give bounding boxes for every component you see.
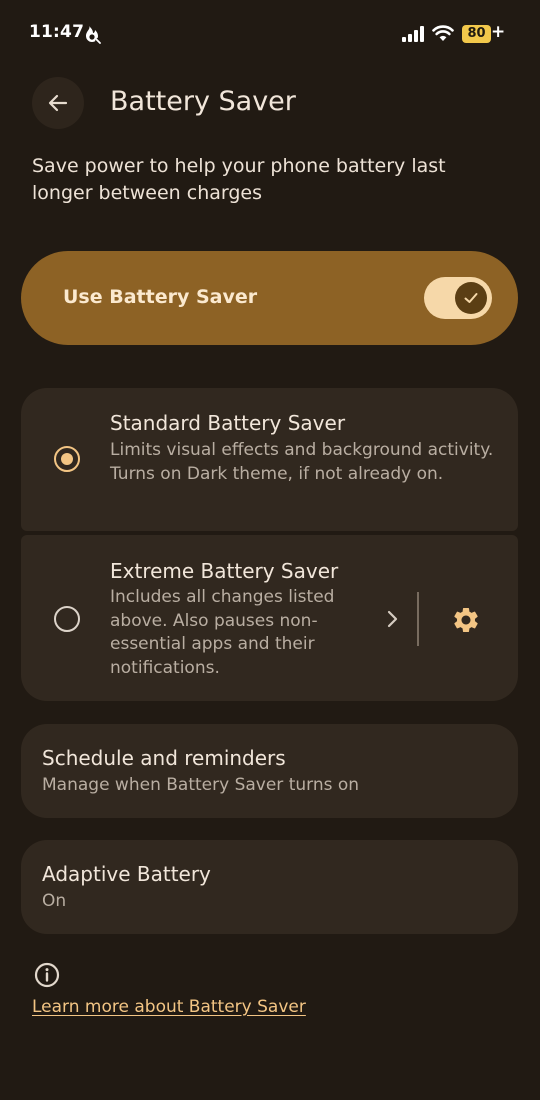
arrow-back-icon	[48, 94, 68, 112]
schedule-and-reminders-item[interactable]: Schedule and reminders Manage when Batte…	[21, 724, 518, 818]
wifi-icon	[432, 25, 454, 41]
gear-icon	[454, 608, 478, 632]
toggle-knob	[455, 282, 487, 314]
back-button[interactable]	[32, 77, 84, 129]
use-battery-saver-toggle-row[interactable]: Use Battery Saver	[21, 251, 518, 345]
adaptive-battery-title: Adaptive Battery	[42, 862, 211, 886]
status-time: 11:47	[29, 22, 85, 42]
adaptive-battery-item[interactable]: Adaptive Battery On	[21, 840, 518, 934]
checkmark-icon	[464, 293, 478, 303]
standard-option-summary: Limits visual effects and background act…	[110, 440, 494, 484]
learn-more-link[interactable]: Learn more about Battery Saver	[32, 997, 306, 1017]
battery-icon: 80	[462, 25, 491, 43]
adaptive-battery-status: On	[42, 891, 67, 911]
page-description: Save power to help your phone battery la…	[32, 155, 446, 204]
standard-battery-saver-option[interactable]: Standard Battery Saver Limits visual eff…	[21, 388, 518, 531]
extreme-settings-button[interactable]	[445, 599, 487, 641]
standard-option-title: Standard Battery Saver	[110, 411, 346, 435]
extreme-option-title: Extreme Battery Saver	[110, 559, 339, 583]
status-bar: 11:47 80 +	[0, 0, 540, 68]
schedule-title: Schedule and reminders	[42, 746, 286, 770]
radio-selected-dot	[61, 453, 73, 465]
page-title: Battery Saver	[110, 86, 296, 117]
app-notification-icon	[86, 26, 102, 44]
chevron-right-icon[interactable]	[385, 607, 401, 631]
signal-icon	[402, 26, 424, 42]
charging-indicator: +	[491, 22, 506, 42]
extreme-battery-saver-option[interactable]: Extreme Battery Saver Includes all chang…	[21, 535, 518, 701]
standard-radio-button[interactable]	[54, 446, 80, 472]
info-icon	[34, 962, 60, 988]
use-battery-saver-label: Use Battery Saver	[63, 286, 258, 308]
schedule-subtitle: Manage when Battery Saver turns on	[42, 775, 360, 795]
battery-saver-switch[interactable]	[424, 277, 492, 319]
divider	[417, 592, 419, 646]
battery-level: 80	[467, 26, 486, 41]
extreme-option-summary: Includes all changes listed above. Also …	[110, 587, 335, 678]
extreme-radio-button[interactable]	[54, 606, 80, 632]
